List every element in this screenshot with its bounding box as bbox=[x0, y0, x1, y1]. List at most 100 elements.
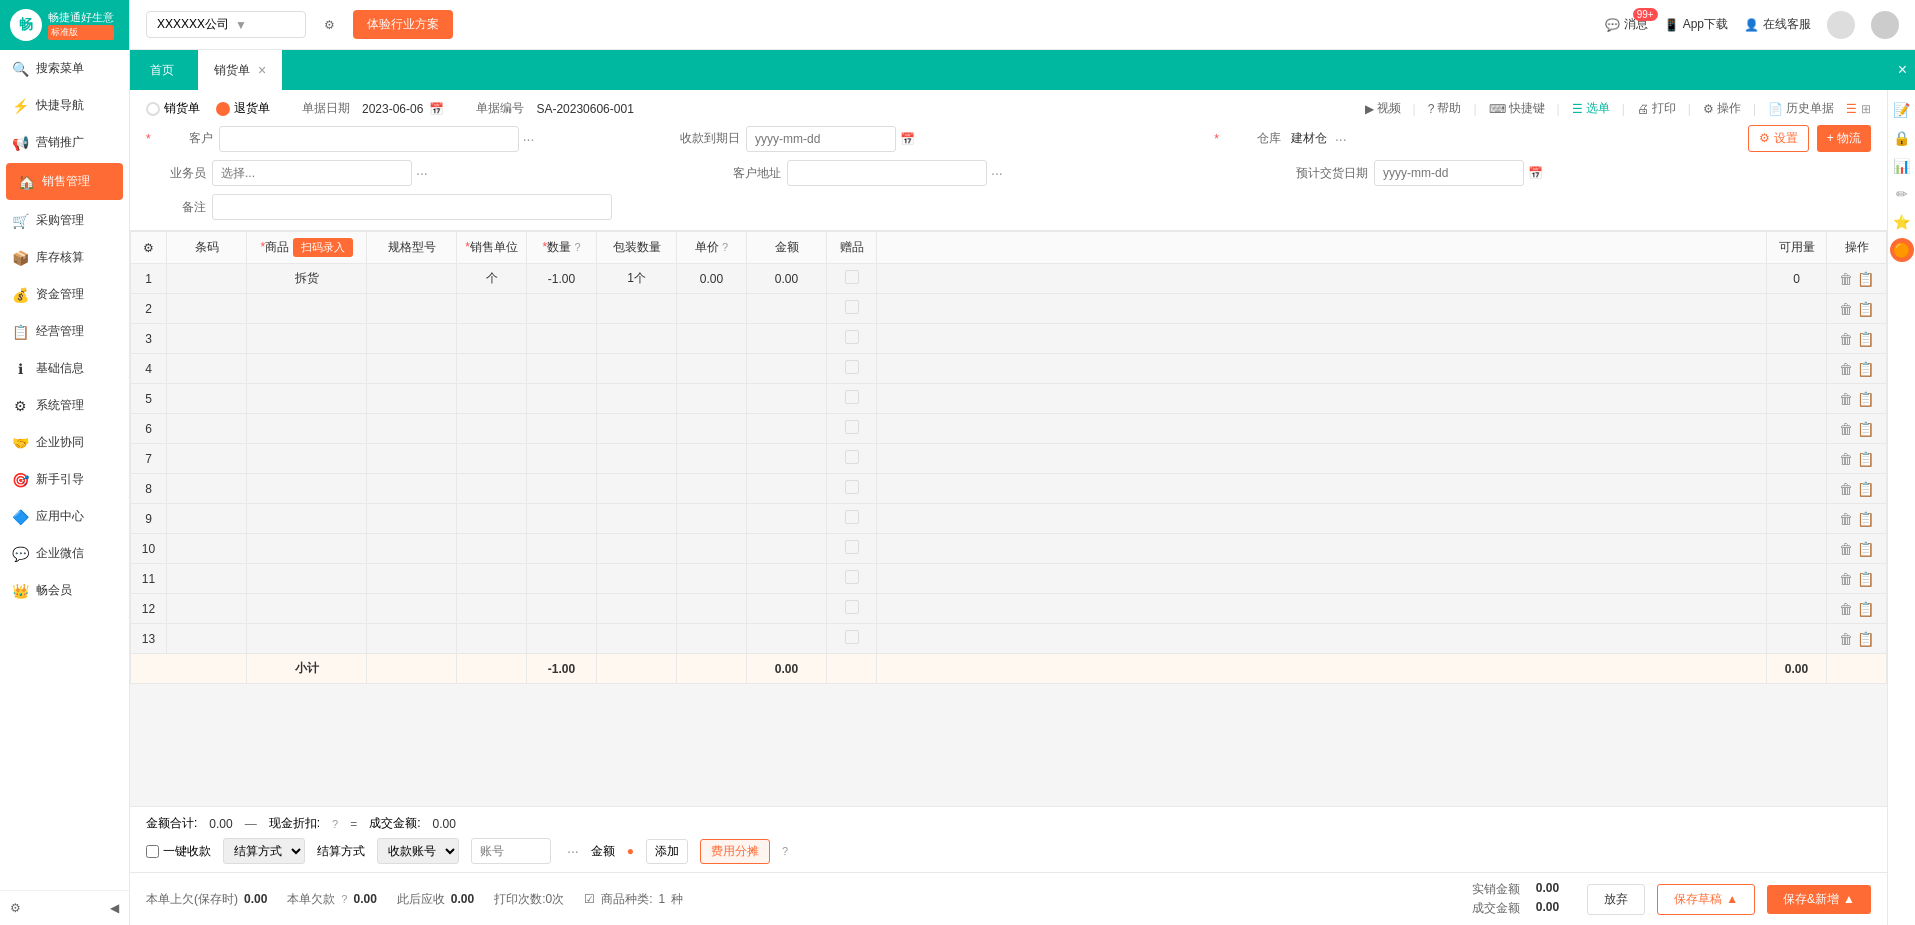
delete-row[interactable]: 🗑 bbox=[1839, 571, 1853, 587]
owe-question-icon[interactable]: ? bbox=[341, 893, 347, 905]
sidebar-item-inventory[interactable]: 📦 库存核算 bbox=[0, 239, 129, 276]
copy-row[interactable]: 📋 bbox=[1857, 541, 1874, 557]
copy-row-1[interactable]: 📋 bbox=[1857, 271, 1874, 287]
right-tool-6[interactable]: 🟠 bbox=[1890, 238, 1914, 262]
delete-row[interactable]: 🗑 bbox=[1839, 601, 1853, 617]
sidebar-item-search[interactable]: 🔍 搜索菜单 bbox=[0, 50, 129, 87]
address-ellipsis[interactable]: ··· bbox=[991, 165, 1003, 181]
toolbar-select[interactable]: ☰ 选单 bbox=[1572, 100, 1610, 117]
abandon-button[interactable]: 放弃 bbox=[1587, 884, 1645, 915]
message-button[interactable]: 💬 消息 99+ bbox=[1605, 16, 1648, 33]
user-avatar-2[interactable] bbox=[1871, 11, 1899, 39]
customer-ellipsis[interactable]: ··· bbox=[523, 131, 535, 147]
toolbar-history[interactable]: 📄 历史单据 bbox=[1768, 100, 1834, 117]
payment-ellipsis[interactable]: ··· bbox=[567, 843, 579, 859]
delete-row[interactable]: 🗑 bbox=[1839, 391, 1853, 407]
trial-button[interactable]: 体验行业方案 bbox=[353, 10, 453, 39]
expected-date-input[interactable] bbox=[1374, 160, 1524, 186]
save-draft-button[interactable]: 保存草稿 ▲ bbox=[1657, 884, 1755, 915]
row-spec-1[interactable] bbox=[367, 264, 457, 294]
customer-address-input[interactable] bbox=[787, 160, 987, 186]
save-new-button[interactable]: 保存&新增 ▲ bbox=[1767, 885, 1871, 914]
tabbar-close-icon[interactable]: × bbox=[1898, 61, 1907, 79]
right-tool-3[interactable]: 📊 bbox=[1890, 154, 1914, 178]
delete-row-1[interactable]: 🗑 bbox=[1839, 271, 1853, 287]
delete-row[interactable]: 🗑 bbox=[1839, 301, 1853, 317]
add-payment-btn[interactable]: 添加 bbox=[646, 839, 688, 864]
sidebar-item-marketing[interactable]: 📢 营销推广 bbox=[0, 124, 129, 161]
scan-btn[interactable]: 扫码录入 bbox=[293, 238, 353, 257]
sidebar-item-finance[interactable]: 💰 资金管理 bbox=[0, 276, 129, 313]
calendar-icon[interactable]: 📅 bbox=[429, 102, 444, 116]
discount-info-icon[interactable]: ? bbox=[332, 818, 338, 830]
customer-input[interactable] bbox=[219, 126, 519, 152]
copy-row[interactable]: 📋 bbox=[1857, 511, 1874, 527]
copy-row[interactable]: 📋 bbox=[1857, 571, 1874, 587]
copy-row[interactable]: 📋 bbox=[1857, 331, 1874, 347]
qty-info-icon[interactable]: ? bbox=[574, 241, 580, 253]
copy-row[interactable]: 📋 bbox=[1857, 391, 1874, 407]
one-click-payment-check[interactable]: 一键收款 bbox=[146, 843, 211, 860]
sidebar-item-wechat[interactable]: 💬 企业微信 bbox=[0, 535, 129, 572]
sidebar-item-system[interactable]: ⚙ 系统管理 bbox=[0, 387, 129, 424]
online-service-button[interactable]: 👤 在线客服 bbox=[1744, 16, 1811, 33]
sidebar-item-guide[interactable]: 🎯 新手引导 bbox=[0, 461, 129, 498]
col-header-settings[interactable]: ⚙ bbox=[131, 232, 167, 264]
copy-row[interactable]: 📋 bbox=[1857, 421, 1874, 437]
sidebar-item-app-center[interactable]: 🔷 应用中心 bbox=[0, 498, 129, 535]
delete-row[interactable]: 🗑 bbox=[1839, 631, 1853, 647]
tab-close-icon[interactable]: × bbox=[258, 62, 266, 78]
sidebar-collapse-icon[interactable]: ◀ bbox=[110, 901, 119, 915]
row-barcode-1[interactable] bbox=[167, 264, 247, 294]
warehouse-ellipsis[interactable]: ··· bbox=[1335, 131, 1347, 147]
sidebar-settings-icon[interactable]: ⚙ bbox=[10, 901, 21, 915]
company-selector[interactable]: XXXXXX公司 ▼ bbox=[146, 11, 306, 38]
delete-row[interactable]: 🗑 bbox=[1839, 511, 1853, 527]
copy-row[interactable]: 📋 bbox=[1857, 481, 1874, 497]
delete-row[interactable]: 🗑 bbox=[1839, 331, 1853, 347]
toolbar-print[interactable]: 🖨 打印 bbox=[1637, 100, 1676, 117]
toolbar-video[interactable]: ▶ 视频 bbox=[1365, 100, 1401, 117]
sidebar-item-quick-nav[interactable]: ⚡ 快捷导航 bbox=[0, 87, 129, 124]
toolbar-shortcut[interactable]: ⌨ 快捷键 bbox=[1489, 100, 1545, 117]
payment-account-select[interactable]: 收款账号 bbox=[377, 838, 459, 864]
logistics-button[interactable]: + 物流 bbox=[1817, 125, 1871, 152]
row-gift-1[interactable] bbox=[827, 264, 877, 294]
sidebar-item-operation[interactable]: 📋 经营管理 bbox=[0, 313, 129, 350]
list-view-icon[interactable]: ☰ bbox=[1846, 102, 1857, 116]
app-download-button[interactable]: 📱 App下载 bbox=[1664, 16, 1728, 33]
delete-row[interactable]: 🗑 bbox=[1839, 361, 1853, 377]
sidebar-item-member[interactable]: 👑 畅会员 bbox=[0, 572, 129, 609]
delete-row[interactable]: 🗑 bbox=[1839, 451, 1853, 467]
settings-gear-icon[interactable]: ⚙ bbox=[318, 12, 341, 38]
copy-row[interactable]: 📋 bbox=[1857, 601, 1874, 617]
tab-home[interactable]: 首页 bbox=[130, 50, 194, 90]
calendar-3-icon[interactable]: 📅 bbox=[1528, 166, 1543, 180]
right-tool-4[interactable]: ✏ bbox=[1890, 182, 1914, 206]
row-notes-1[interactable] bbox=[877, 264, 1767, 294]
sidebar-item-sales[interactable]: 🏠 销售管理 bbox=[6, 163, 123, 200]
fee-info-icon[interactable]: ? bbox=[782, 845, 788, 857]
delete-row[interactable]: 🗑 bbox=[1839, 481, 1853, 497]
sidebar-item-basic-info[interactable]: ℹ 基础信息 bbox=[0, 350, 129, 387]
price-info-icon[interactable]: ? bbox=[722, 241, 728, 253]
salesperson-ellipsis[interactable]: ··· bbox=[416, 165, 428, 181]
right-tool-1[interactable]: 📝 bbox=[1890, 98, 1914, 122]
payment-account-input[interactable] bbox=[471, 838, 551, 864]
product-type-checkbox-icon[interactable]: ☑ bbox=[584, 892, 595, 906]
one-click-checkbox[interactable] bbox=[146, 845, 159, 858]
copy-row[interactable]: 📋 bbox=[1857, 631, 1874, 647]
radio-return[interactable]: 退货单 bbox=[216, 100, 270, 117]
right-tool-5[interactable]: ⭐ bbox=[1890, 210, 1914, 234]
toolbar-operation[interactable]: ⚙ 操作 bbox=[1703, 100, 1741, 117]
right-tool-2[interactable]: 🔒 bbox=[1890, 126, 1914, 150]
sidebar-item-collab[interactable]: 🤝 企业协同 bbox=[0, 424, 129, 461]
copy-row[interactable]: 📋 bbox=[1857, 361, 1874, 377]
due-date-input[interactable] bbox=[746, 126, 896, 152]
setting-button[interactable]: ⚙ 设置 bbox=[1748, 125, 1808, 152]
user-avatar[interactable] bbox=[1827, 11, 1855, 39]
grid-view-icon[interactable]: ⊞ bbox=[1861, 102, 1871, 116]
radio-sales[interactable]: 销货单 bbox=[146, 100, 200, 117]
toolbar-help[interactable]: ? 帮助 bbox=[1428, 100, 1462, 117]
delete-row[interactable]: 🗑 bbox=[1839, 421, 1853, 437]
